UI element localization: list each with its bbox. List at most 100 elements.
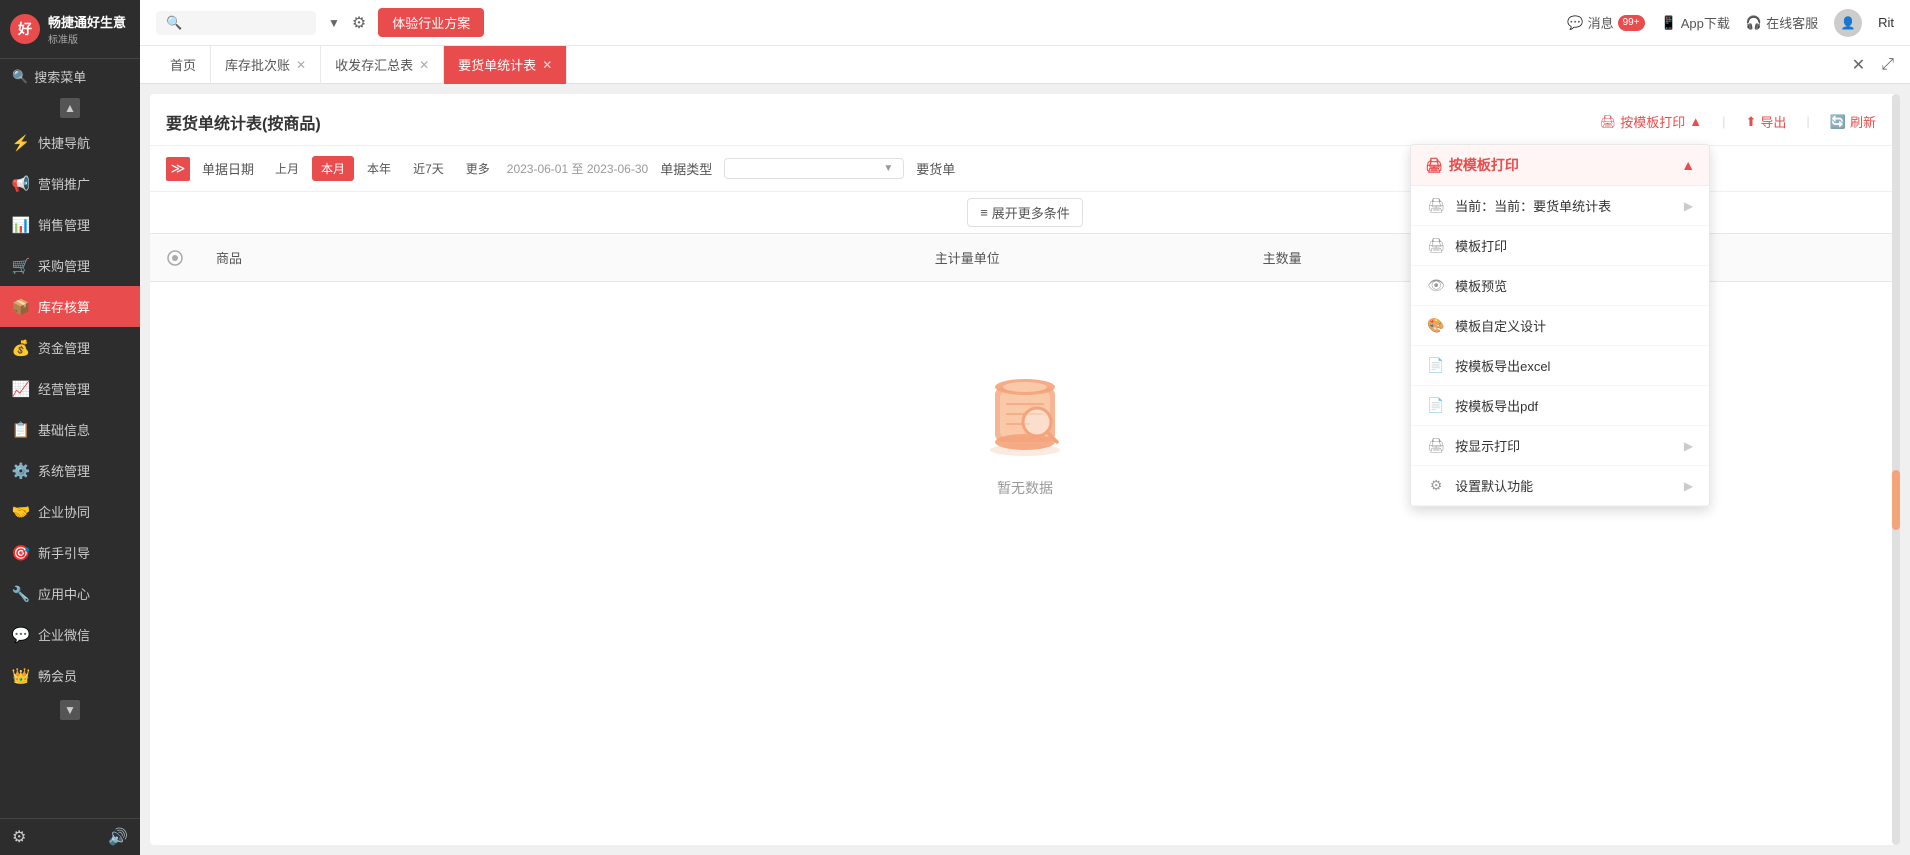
sidebar-item-sales[interactable]: 📊 销售管理 [0,204,140,245]
sidebar-item-label: 畅会员 [38,666,77,685]
sidebar-item-label: 营销推广 [38,174,90,193]
message-badge: 99+ [1618,15,1645,31]
system-icon: ⚙️ [12,462,30,480]
print-template-button[interactable]: 🖨 按模板打印 ▲ 🖨 按模板打印 ▲ [1592,108,1710,135]
app-name: 畅捷通好生意 [48,12,126,31]
audio-icon[interactable]: 🔊 [108,827,128,847]
tab-batch-account[interactable]: 库存批次账 ✕ [211,46,321,84]
topbar-gear-icon[interactable]: ⚙ [352,13,366,33]
tab-receipt-summary-close[interactable]: ✕ [419,59,429,71]
dropdown-template-preview[interactable]: 👁 模板预览 [1411,266,1709,306]
sidebar-search[interactable]: 🔍 搜索菜单 [0,59,140,94]
sidebar-item-basic[interactable]: 📋 基础信息 [0,409,140,450]
sidebar-bottom: ⚙ 🔊 [0,818,140,855]
sidebar-item-guide[interactable]: 🎯 新手引导 [0,532,140,573]
sidebar-item-operation[interactable]: 📈 经营管理 [0,368,140,409]
window-close-btn[interactable]: ✕ [1848,53,1869,77]
action-divider-2: | [1806,114,1809,129]
print-dropdown-arrow[interactable]: ▲ [1689,114,1702,129]
template-preview-label: 模板预览 [1455,276,1693,295]
logo-area: 好 畅捷通好生意 标准版 [0,0,140,59]
right-scrollbar[interactable] [1892,94,1900,845]
sidebar-item-label: 系统管理 [38,461,90,480]
print-dropdown-icon: 🖨 [1425,157,1443,174]
online-service-icon: 🎧 [1746,15,1762,31]
sidebar-item-inventory[interactable]: 📦 库存核算 [0,286,140,327]
message-item[interactable]: 💬 消息 99+ [1567,13,1644,32]
export-label: 导出 [1760,112,1786,131]
date-btn-this-year[interactable]: 本年 [358,156,400,181]
dropdown-current-template[interactable]: 🖨 当前：当前：要货单统计表 ▶ [1411,186,1709,226]
dropdown-collapse-icon[interactable]: ▲ [1681,157,1695,173]
current-template-icon: 🖨 [1427,197,1445,214]
tab-order-stats[interactable]: 要货单统计表 ✕ [444,46,567,84]
tab-batch-account-close[interactable]: ✕ [296,59,306,71]
app-download-icon: 📱 [1661,15,1677,31]
tab-receipt-summary[interactable]: 收发存汇总表 ✕ [321,46,444,84]
dropdown-display-print[interactable]: 🖨 按显示打印 ▶ [1411,426,1709,466]
app-version: 标准版 [48,31,126,46]
sidebar-item-app-center[interactable]: 🔧 应用中心 [0,573,140,614]
app-center-icon: 🔧 [12,585,30,603]
sidebar-item-label: 销售管理 [38,215,90,234]
guide-icon: 🎯 [12,544,30,562]
sidebar-item-purchase[interactable]: 🛒 采购管理 [0,245,140,286]
filter-date-label: 单据日期 [202,159,254,178]
dropdown-default-func[interactable]: ⚙ 设置默认功能 ▶ [1411,466,1709,506]
table-settings-icon[interactable] [167,250,183,266]
topbar-dropdown-icon[interactable]: ▼ [328,16,340,30]
topbar-search-icon: 🔍 [166,15,182,31]
dropdown-template-excel[interactable]: 📄 按模板导出excel [1411,346,1709,386]
sidebar-item-label: 资金管理 [38,338,90,357]
filter-type-label: 单据类型 [660,159,712,178]
export-button[interactable]: ⬆ 导出 [1737,108,1794,135]
refresh-button[interactable]: 🔄 刷新 [1822,108,1884,135]
app-download-item[interactable]: 📱 App下载 [1661,13,1730,32]
scrollbar-thumb [1892,470,1900,530]
settings-icon[interactable]: ⚙ [12,827,26,847]
filter-type-select[interactable]: ▼ [724,158,904,179]
current-template-label: 当前：当前：要货单统计表 [1455,196,1674,215]
sidebar-item-quick-nav[interactable]: ⚡ 快捷导航 [0,122,140,163]
member-icon: 👑 [12,667,30,685]
default-func-label: 设置默认功能 [1455,476,1674,495]
template-pdf-label: 按模板导出pdf [1455,396,1693,415]
sidebar-item-label: 新手引导 [38,543,90,562]
sidebar-item-system[interactable]: ⚙️ 系统管理 [0,450,140,491]
user-avatar[interactable]: 👤 [1834,9,1862,37]
window-maximize-btn[interactable]: ⤢ [1877,54,1898,76]
content-area: 要货单统计表(按商品) 🖨 按模板打印 ▲ 🖨 按模板打印 [150,94,1900,845]
table-col-unit: 主计量单位 [810,242,1125,273]
sidebar-scroll-down[interactable]: ▼ [60,700,80,720]
online-service-item[interactable]: 🎧 在线客服 [1746,13,1818,32]
date-btn-7days[interactable]: 近7天 [404,156,453,181]
tab-home[interactable]: 首页 [156,46,211,84]
date-btn-more[interactable]: 更多 [457,156,499,181]
sidebar-item-collab[interactable]: 🤝 企业协同 [0,491,140,532]
sidebar-item-finance[interactable]: 💰 资金管理 [0,327,140,368]
sidebar-item-wechat[interactable]: 💬 企业微信 [0,614,140,655]
topbar-search-box[interactable]: 🔍 [156,11,316,35]
dropdown-template-design[interactable]: 🎨 模板自定义设计 [1411,306,1709,346]
dropdown-template-pdf[interactable]: 📄 按模板导出pdf [1411,386,1709,426]
tab-order-stats-close[interactable]: ✕ [542,59,552,71]
empty-text: 暂无数据 [997,478,1053,498]
trial-button[interactable]: 体验行业方案 [378,8,484,37]
date-range-text: 2023-06-01 至 2023-06-30 [507,160,648,177]
table-col-checkbox [150,244,200,272]
date-btn-last-month[interactable]: 上月 [266,156,308,181]
date-btn-this-month[interactable]: 本月 [312,156,354,181]
action-divider: | [1722,114,1725,129]
print-dropdown-title-text: 按模板打印 [1449,155,1519,175]
dropdown-template-print[interactable]: 🖨 模板打印 [1411,226,1709,266]
sidebar-item-member[interactable]: 👑 畅会员 [0,655,140,696]
sidebar-scroll-up[interactable]: ▲ [60,98,80,118]
sidebar-item-marketing[interactable]: 📢 营销推广 [0,163,140,204]
print-dropdown-menu: 🖨 按模板打印 ▲ 🖨 当前：当前：要货单统计表 ▶ [1410,144,1710,507]
collab-icon: 🤝 [12,503,30,521]
expand-more-button[interactable]: ≡ 展开更多条件 [967,198,1083,227]
message-label: 消息 [1588,13,1614,32]
topbar-right: 💬 消息 99+ 📱 App下载 🎧 在线客服 👤 Rit [1567,9,1894,37]
filter-expand-icon[interactable]: ≫ [166,157,190,181]
sidebar-item-label: 企业协同 [38,502,90,521]
